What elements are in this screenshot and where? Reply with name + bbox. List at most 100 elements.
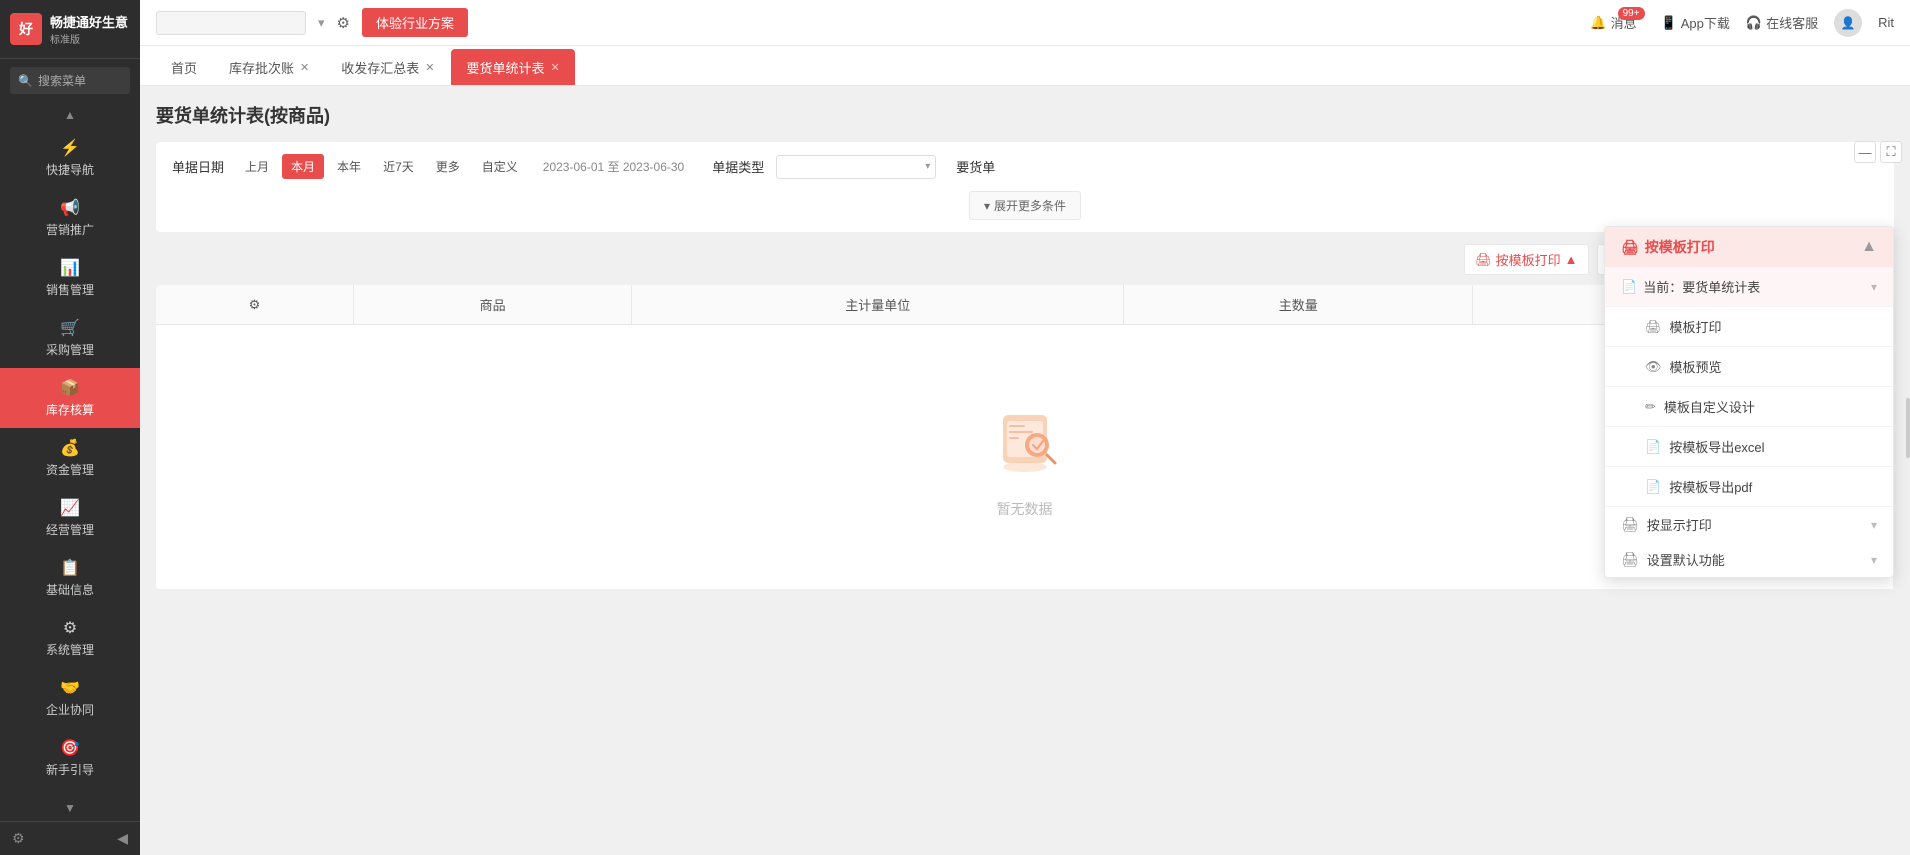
filter-bar: 单据日期 上月本月本年近7天更多自定义 2023-06-01 至 2023-06… — [156, 142, 1894, 232]
online-service-button[interactable]: 🎧 在线客服 — [1746, 13, 1818, 32]
topbar-gear-icon[interactable]: ⚙ — [337, 14, 350, 32]
tab-label-home: 首页 — [171, 58, 197, 77]
dropdown-item-left-template-preview: 👁模板预览 — [1645, 357, 1722, 376]
tab-order-stats[interactable]: 要货单统计表✕ — [451, 49, 574, 85]
dropdown-subitem-display-print[interactable]: 🖨按显示打印▾ — [1605, 507, 1893, 542]
doc-type-select-wrapper: ▾ — [776, 155, 936, 179]
settings-icon[interactable]: ⚙ — [12, 830, 25, 847]
sidebar-item-quick-nav[interactable]: ⚡快捷导航 — [0, 128, 140, 188]
sidebar: 好 畅捷通好生意 标准版 🔍 搜索菜单 ▲ ⚡快捷导航📢营销推广📊销售管理🛒采购… — [0, 0, 140, 855]
notification-button[interactable]: 🔔 消息 99+ — [1590, 13, 1636, 32]
date-btn-prev_month[interactable]: 上月 — [236, 154, 278, 179]
dropdown-title: 🖨 按模板打印 — [1621, 237, 1715, 257]
sidebar-bottom: ⚙ ◀ — [0, 821, 140, 855]
tab-batch-account[interactable]: 库存批次账✕ — [214, 49, 324, 85]
nav-label-inventory: 库存核算 — [46, 401, 94, 418]
sidebar-nav: ⚡快捷导航📢营销推广📊销售管理🛒采购管理 📦 库存核算 💰资金管理 📈 经营管理 📋 基础信息… — [0, 128, 140, 795]
nav-icon-operation: 📈 — [60, 498, 80, 518]
sidebar-item-operation[interactable]: 📈 经营管理 — [0, 488, 140, 548]
nav-icon-guide: 🎯 — [60, 738, 80, 758]
user-avatar[interactable]: 👤 — [1834, 9, 1862, 37]
nav-label-guide: 新手引导 — [46, 761, 94, 778]
print-template-dropdown: 🖨 按模板打印 ▲ 📄 当前：要货单统计表 ▾ 🖨模板打印👁模板预览✏模板自定义… — [1604, 226, 1894, 578]
dropdown-item-left-template-print: 🖨模板打印 — [1645, 317, 1722, 336]
dropdown-item-template-preview[interactable]: 👁模板预览 — [1605, 347, 1893, 387]
sidebar-item-marketing[interactable]: 📢营销推广 — [0, 188, 140, 248]
nav-icon-sales: 📊 — [60, 258, 80, 278]
nav-label-basic: 基础信息 — [46, 581, 94, 598]
sidebar-item-appstore[interactable]: 🔲应用中心 — [0, 788, 140, 795]
dropdown-close-button[interactable]: ▲ — [1861, 238, 1877, 256]
no-data-icon — [985, 395, 1065, 475]
date-range-display: 2023-06-01 至 2023-06-30 — [543, 158, 684, 175]
dropdown-subitem-set-default[interactable]: 🖨设置默认功能▾ — [1605, 542, 1893, 577]
subitem-left-set-default: 🖨设置默认功能 — [1621, 550, 1725, 569]
nav-label-system: 系统管理 — [46, 641, 94, 658]
window-controls: — ⛶ — [1854, 141, 1902, 163]
nav-icon-marketing: 📢 — [60, 198, 80, 218]
expand-more-conditions-button[interactable]: ▾ 展开更多条件 — [969, 191, 1081, 220]
sidebar-item-purchase[interactable]: 🛒采购管理 — [0, 308, 140, 368]
tab-close-batch-account[interactable]: ✕ — [300, 61, 309, 74]
tab-close-collect-summary[interactable]: ✕ — [425, 61, 434, 74]
sidebar-item-finance[interactable]: 💰资金管理 — [0, 428, 140, 488]
nav-label-finance: 资金管理 — [46, 461, 94, 478]
dropdown-item-label-template-print: 模板打印 — [1670, 317, 1722, 336]
nav-icon-system: ⚙ — [63, 618, 77, 638]
table-col-product: 商品 — [353, 285, 632, 325]
maximize-button[interactable]: ⛶ — [1880, 141, 1902, 163]
sidebar-item-system[interactable]: ⚙ 系统管理 — [0, 608, 140, 668]
table-col-quantity: 主数量 — [1123, 285, 1473, 325]
search-menu-button[interactable]: 🔍 搜索菜单 — [10, 67, 130, 94]
date-btn-custom[interactable]: 自定义 — [473, 154, 527, 179]
topbar-search-input[interactable] — [156, 11, 306, 35]
tab-close-order-stats[interactable]: ✕ — [551, 61, 560, 74]
dropdown-item-template-design[interactable]: ✏模板自定义设计 — [1605, 387, 1893, 427]
page-content: 要货单统计表(按商品) 单据日期 上月本月本年近7天更多自定义 2023-06-… — [140, 86, 1910, 855]
collapse-icon[interactable]: ◀ — [117, 830, 128, 847]
tab-collect-summary[interactable]: 收发存汇总表✕ — [326, 49, 449, 85]
dropdown-item-icon-template-preview: 👁 — [1645, 359, 1662, 375]
nav-icon-collab: 🤝 — [60, 678, 80, 698]
sidebar-search-container: 🔍 搜索菜单 — [0, 59, 140, 102]
sidebar-item-guide[interactable]: 🎯 新手引导 — [0, 728, 140, 788]
sidebar-item-basic[interactable]: 📋 基础信息 — [0, 548, 140, 608]
table-col-settings[interactable]: ⚙ — [156, 285, 353, 325]
dropdown-item-icon-template-export-pdf: 📄 — [1645, 479, 1661, 495]
date-btn-last_7days[interactable]: 近7天 — [374, 154, 423, 179]
username-label[interactable]: Rit — [1878, 15, 1894, 30]
nav-label-operation: 经营管理 — [46, 521, 94, 538]
table-col-unit: 主计量单位 — [632, 285, 1123, 325]
sidebar-item-inventory[interactable]: 📦 库存核算 — [0, 368, 140, 428]
dropdown-item-label-template-export-excel: 按模板导出excel — [1669, 437, 1764, 456]
subitem-icon-display-print: 🖨 — [1621, 516, 1639, 533]
sidebar-scroll-up[interactable]: ▲ — [60, 104, 80, 126]
nav-icon-basic: 📋 — [60, 558, 80, 578]
date-btn-more[interactable]: 更多 — [427, 154, 469, 179]
dropdown-item-template-print[interactable]: 🖨模板打印 — [1605, 307, 1893, 347]
resize-handle[interactable] — [1906, 398, 1910, 458]
app-download-button[interactable]: 📱 App下载 — [1661, 13, 1730, 32]
date-btn-current_year[interactable]: 本年 — [328, 154, 370, 179]
trial-industry-button[interactable]: 体验行业方案 — [362, 8, 468, 37]
topbar-right: 🔔 消息 99+ 📱 App下载 🎧 在线客服 👤 Rit — [1590, 9, 1894, 37]
subitem-label-set-default: 设置默认功能 — [1647, 550, 1725, 569]
nav-icon-inventory: 📦 — [60, 378, 80, 398]
sidebar-item-sales[interactable]: 📊销售管理 — [0, 248, 140, 308]
dropdown-item-template-export-excel[interactable]: 📄按模板导出excel — [1605, 427, 1893, 467]
print-template-button[interactable]: 🖨 按模板打印 ▲ — [1464, 244, 1588, 275]
sidebar-item-collab[interactable]: 🤝企业协同 — [0, 668, 140, 728]
app-subtitle: 标准版 — [50, 31, 128, 46]
tab-home[interactable]: 首页 — [156, 49, 212, 85]
dropdown-header: 🖨 按模板打印 ▲ — [1605, 227, 1893, 267]
topbar: ▾ ⚙ 体验行业方案 🔔 消息 99+ 📱 App下载 🎧 在线客服 👤 Rit — [140, 0, 1910, 46]
dropdown-item-template-export-pdf[interactable]: 📄按模板导出pdf — [1605, 467, 1893, 507]
sidebar-scroll-down[interactable]: ▼ — [60, 797, 80, 819]
dropdown-current-template[interactable]: 📄 当前：要货单统计表 ▾ — [1605, 267, 1893, 307]
doc-type-select[interactable] — [776, 155, 936, 179]
current-template-left: 📄 当前：要货单统计表 — [1621, 277, 1760, 296]
subitem-left-display-print: 🖨按显示打印 — [1621, 515, 1712, 534]
date-btn-current_month[interactable]: 本月 — [282, 154, 324, 179]
topbar-chevron-icon[interactable]: ▾ — [318, 15, 325, 31]
minimize-button[interactable]: — — [1854, 141, 1876, 163]
